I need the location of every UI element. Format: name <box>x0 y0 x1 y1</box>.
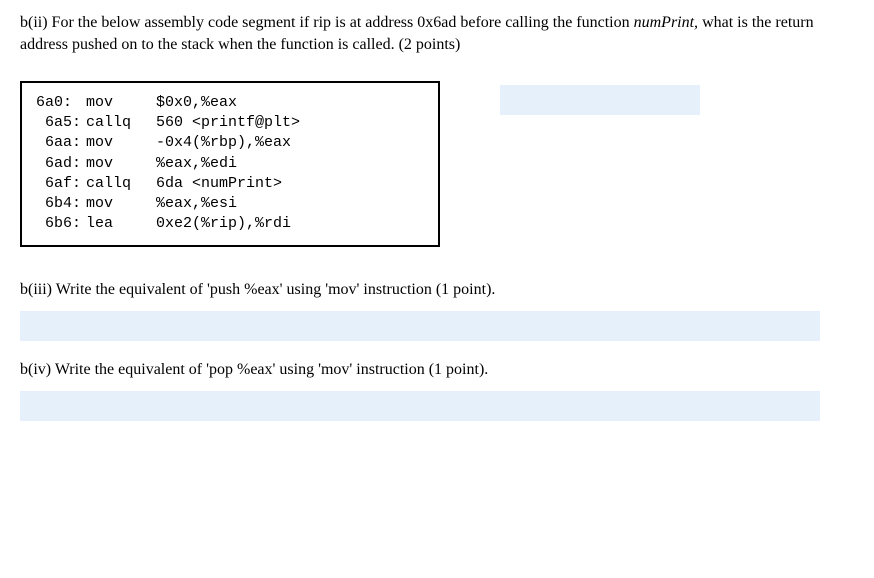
code-line: 6aa:mov-0x4(%rbp),%eax <box>36 133 424 153</box>
code-addr: 6aa: <box>36 133 86 153</box>
question-bii-italic: numPrint, <box>634 14 698 31</box>
code-addr: 6a0: <box>36 93 86 113</box>
question-bii-text: b(ii) For the below assembly code segmen… <box>20 12 854 57</box>
code-line: 6b6:lea0xe2(%rip),%rdi <box>36 214 424 234</box>
code-args: $0x0,%eax <box>156 94 237 111</box>
code-line: 6ad:mov%eax,%edi <box>36 154 424 174</box>
code-op: mov <box>86 154 156 174</box>
code-args: -0x4(%rbp),%eax <box>156 134 291 151</box>
code-args: %eax,%edi <box>156 155 237 172</box>
code-op: mov <box>86 133 156 153</box>
code-and-answer-row: 6a0:mov$0x0,%eax 6a5:callq560 <printf@pl… <box>20 81 854 271</box>
code-op: lea <box>86 214 156 234</box>
code-line: 6a0:mov$0x0,%eax <box>36 93 424 113</box>
code-addr: 6b6: <box>36 214 86 234</box>
answer-field-bii[interactable] <box>500 85 700 115</box>
code-args: %eax,%esi <box>156 195 237 212</box>
code-op: mov <box>86 194 156 214</box>
question-biv-text: b(iv) Write the equivalent of 'pop %eax'… <box>20 359 854 381</box>
code-args: 0xe2(%rip),%rdi <box>156 215 291 232</box>
answer-field-biv[interactable] <box>20 391 820 421</box>
code-line: 6af:callq6da <numPrint> <box>36 174 424 194</box>
code-op: callq <box>86 113 156 133</box>
assembly-code-box: 6a0:mov$0x0,%eax 6a5:callq560 <printf@pl… <box>20 81 440 247</box>
code-args: 6da <numPrint> <box>156 175 282 192</box>
code-addr: 6af: <box>36 174 86 194</box>
code-addr: 6a5: <box>36 113 86 133</box>
code-addr: 6ad: <box>36 154 86 174</box>
code-args: 560 <printf@plt> <box>156 114 300 131</box>
code-addr: 6b4: <box>36 194 86 214</box>
question-biii-text: b(iii) Write the equivalent of 'push %ea… <box>20 279 854 301</box>
code-line: 6b4:mov%eax,%esi <box>36 194 424 214</box>
question-bii-part1: b(ii) For the below assembly code segmen… <box>20 14 634 31</box>
code-line: 6a5:callq560 <printf@plt> <box>36 113 424 133</box>
code-op: mov <box>86 93 156 113</box>
answer-field-biii[interactable] <box>20 311 820 341</box>
code-op: callq <box>86 174 156 194</box>
